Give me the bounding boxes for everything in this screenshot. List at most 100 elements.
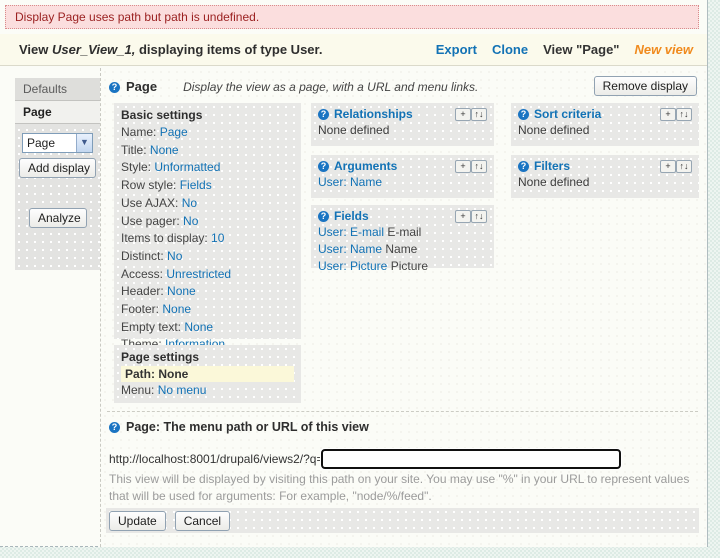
view-page-link[interactable]: View "Page": [543, 42, 619, 57]
export-link[interactable]: Export: [436, 42, 477, 57]
path-input[interactable]: [320, 448, 622, 470]
form-actions: Update Cancel: [106, 508, 699, 533]
field-link[interactable]: User: Picture: [318, 259, 387, 273]
help-icon[interactable]: ?: [518, 108, 529, 120]
display-edit-panel: ? Page Display the view as a page, with a …: [100, 68, 707, 547]
page-settings-box: Page settings Path: None Menu: No menu: [114, 345, 301, 403]
setting-value-link[interactable]: Page: [160, 125, 188, 139]
view-title-bar: View User_View_1, displaying items of ty…: [0, 34, 707, 66]
setting-value-link[interactable]: None: [162, 302, 191, 316]
rearrange-icon[interactable]: ↑↓: [676, 107, 692, 121]
setting-value-link[interactable]: 10: [211, 231, 224, 245]
setting-row-title: Title: None: [121, 142, 294, 160]
view-title-prefix: View: [19, 42, 53, 57]
help-icon[interactable]: ?: [318, 160, 329, 172]
setting-value-link[interactable]: Unformatted: [154, 160, 220, 174]
views-edit-screen: Display Page uses path but path is undef…: [0, 0, 720, 558]
setting-row-name: Name: Page: [121, 124, 294, 142]
new-view-link[interactable]: New view: [634, 42, 693, 57]
clone-link[interactable]: Clone: [492, 42, 528, 57]
path-config-header: ? Page: The menu path or URL of this vie…: [109, 420, 369, 434]
panel-description: Display the view as a page, with a URL a…: [183, 80, 479, 94]
setting-value-link[interactable]: No: [182, 196, 197, 210]
display-type-select[interactable]: Page ▼: [22, 133, 93, 153]
analyze-button[interactable]: Analyze: [29, 208, 87, 228]
add-icon[interactable]: +: [660, 159, 676, 173]
page-settings-title: Page settings: [121, 350, 200, 364]
help-icon[interactable]: ?: [109, 421, 120, 433]
setting-row-use-ajax: Use AJAX: No: [121, 195, 294, 213]
tab-defaults[interactable]: Defaults: [15, 78, 100, 101]
setting-value-link[interactable]: Fields: [180, 178, 212, 192]
setting-label: Use pager:: [121, 213, 180, 228]
add-icon[interactable]: +: [455, 107, 471, 121]
page-content: Display Page uses path but path is undef…: [0, 0, 708, 547]
filters-title-link[interactable]: Filters: [534, 159, 570, 173]
arguments-box: ? Arguments + ↑↓ User: Name: [311, 155, 494, 198]
setting-value-link[interactable]: None: [184, 320, 213, 334]
field-link[interactable]: User: Name: [318, 242, 382, 256]
path-label: Path:: [125, 367, 155, 381]
setting-row-header: Header: None: [121, 283, 294, 301]
add-icon[interactable]: +: [455, 159, 471, 173]
tab-page[interactable]: Page: [15, 101, 100, 124]
rearrange-icon[interactable]: ↑↓: [471, 209, 487, 223]
field-item: User: Picture Picture: [318, 258, 487, 275]
display-sidebar: Defaults Page Page ▼ Add display Analyze: [15, 78, 100, 270]
arguments-title-link[interactable]: Arguments: [334, 159, 397, 173]
add-icon[interactable]: +: [660, 107, 676, 121]
relationships-title-link[interactable]: Relationships: [334, 107, 413, 121]
setting-value-link[interactable]: None: [167, 284, 196, 298]
setting-label: Distinct:: [121, 248, 164, 263]
field-item: User: Name Name: [318, 241, 487, 258]
argument-link[interactable]: User: Name: [318, 175, 382, 189]
basic-settings-box: Basic settings Name: Page Title: None St…: [114, 103, 301, 351]
setting-row-items-to-display: Items to display: 10: [121, 230, 294, 248]
update-button[interactable]: Update: [109, 510, 166, 531]
cancel-button[interactable]: Cancel: [174, 510, 231, 531]
field-label: Name: [382, 242, 418, 256]
panel-title: Page: [126, 79, 158, 94]
path-value-link[interactable]: None: [158, 367, 188, 381]
fields-title-link[interactable]: Fields: [334, 209, 369, 223]
setting-value-link[interactable]: Unrestricted: [166, 267, 231, 281]
help-icon[interactable]: ?: [318, 210, 329, 222]
rearrange-icon[interactable]: ↑↓: [676, 159, 692, 173]
panel-header: ? Page Display the view as a page, with a …: [109, 76, 699, 103]
setting-row-row-style: Row style: Fields: [121, 177, 294, 195]
path-config-title: Page: The menu path or URL of this view: [126, 420, 369, 434]
remove-display-button[interactable]: Remove display: [593, 76, 697, 96]
sort-criteria-title-link[interactable]: Sort criteria: [534, 107, 601, 121]
path-config-description: This view will be displayed by visiting …: [109, 472, 690, 503]
chevron-down-icon[interactable]: ▼: [76, 134, 92, 152]
path-input-row: http://localhost:8001/drupal6/views2/?q=: [109, 448, 622, 470]
setting-label: Empty text:: [121, 319, 182, 334]
setting-label: Use AJAX:: [121, 195, 179, 210]
help-icon[interactable]: ?: [109, 82, 120, 93]
setting-label: Style:: [121, 160, 152, 175]
add-icon[interactable]: +: [455, 209, 471, 223]
setting-value-link[interactable]: No: [183, 214, 198, 228]
setting-row-style: Style: Unformatted: [121, 159, 294, 177]
help-icon[interactable]: ?: [518, 160, 529, 172]
menu-value-link[interactable]: No menu: [158, 383, 207, 397]
menu-label: Menu:: [121, 383, 155, 397]
field-link[interactable]: User: E-mail: [318, 225, 384, 239]
relationships-empty: None defined: [318, 123, 390, 137]
setting-label: Access:: [121, 266, 164, 281]
view-title: View User_View_1, displaying items of ty…: [19, 42, 323, 57]
url-prefix: http://localhost:8001/drupal6/views2/?q=: [109, 452, 324, 466]
basic-settings-title: Basic settings: [121, 108, 203, 122]
setting-row-distinct: Distinct: No: [121, 248, 294, 266]
setting-row-access: Access: Unrestricted: [121, 266, 294, 284]
sort-criteria-box: ? Sort criteria + ↑↓ None defined: [511, 103, 699, 146]
add-display-button[interactable]: Add display: [19, 158, 96, 178]
filters-empty: None defined: [518, 175, 590, 189]
sort-criteria-empty: None defined: [518, 123, 590, 137]
rearrange-icon[interactable]: ↑↓: [471, 107, 487, 121]
rearrange-icon[interactable]: ↑↓: [471, 159, 487, 173]
help-icon[interactable]: ?: [318, 108, 329, 120]
setting-value-link[interactable]: None: [150, 143, 179, 157]
setting-value-link[interactable]: No: [167, 249, 182, 263]
setting-row-use-pager: Use pager: No: [121, 213, 294, 231]
